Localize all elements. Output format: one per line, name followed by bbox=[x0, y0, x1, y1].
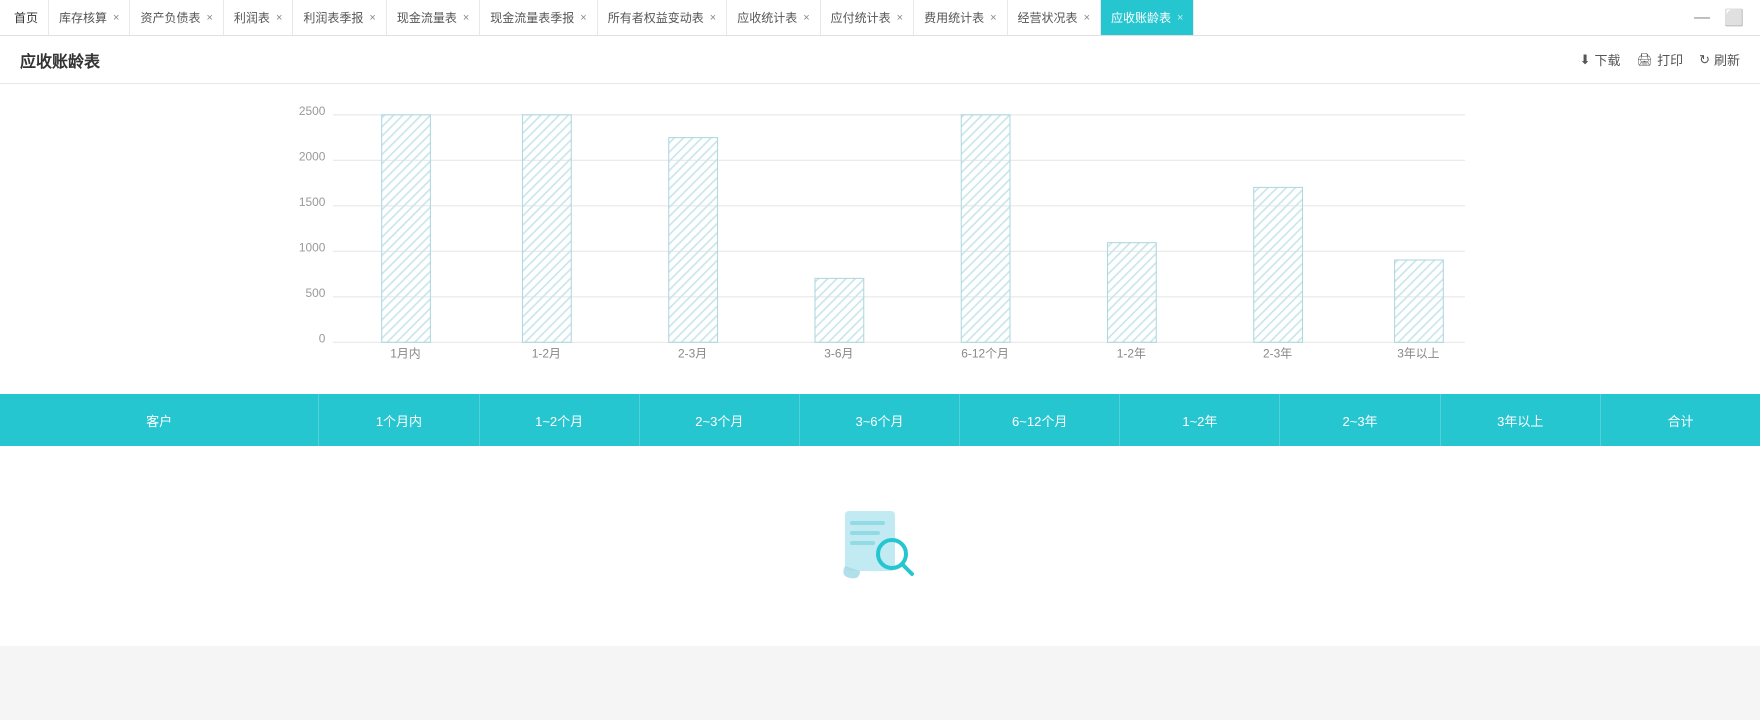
page-title: 应收账龄表 bbox=[20, 48, 100, 72]
svg-text:2000: 2000 bbox=[299, 149, 326, 163]
bar-6-12-month bbox=[961, 115, 1010, 342]
col-1-2month: 1~2个月 bbox=[480, 394, 640, 446]
refresh-icon: ↻ bbox=[1699, 52, 1710, 68]
col-1month: 1个月内 bbox=[319, 394, 479, 446]
tab-cashflow-quarterly[interactable]: 现金流量表季报 × bbox=[480, 0, 597, 36]
tab-balance-sheet[interactable]: 资产负债表 × bbox=[130, 0, 223, 36]
tab-ap-stats[interactable]: 应付统计表 × bbox=[821, 0, 914, 36]
tab-cashflow[interactable]: 现金流量表 × bbox=[387, 0, 480, 36]
tab-expense-stats[interactable]: 费用统计表 × bbox=[914, 0, 1007, 36]
bar-2-3-year bbox=[1254, 187, 1303, 342]
page-header: 应收账龄表 ⬇ 下载 🖨 打印 ↻ 刷新 bbox=[0, 36, 1760, 84]
print-button[interactable]: 🖨 打印 bbox=[1637, 50, 1684, 69]
svg-text:1-2年: 1-2年 bbox=[1117, 347, 1146, 361]
col-1-2year: 1~2年 bbox=[1120, 394, 1280, 446]
bar-chart: 0 500 1000 1500 2000 2500 bbox=[30, 104, 1730, 364]
close-tab-ar-aging[interactable]: × bbox=[1177, 12, 1183, 24]
close-tab-income-quarterly[interactable]: × bbox=[369, 12, 375, 24]
window-controls: — ⬜ bbox=[1680, 4, 1756, 32]
svg-text:2-3年: 2-3年 bbox=[1263, 347, 1292, 361]
svg-text:2-3月: 2-3月 bbox=[678, 347, 707, 361]
svg-text:1000: 1000 bbox=[299, 240, 326, 254]
bar-2-3-month bbox=[669, 138, 718, 343]
tab-income-quarterly[interactable]: 利润表季报 × bbox=[293, 0, 386, 36]
col-2-3year: 2~3年 bbox=[1280, 394, 1440, 446]
tab-business-status[interactable]: 经营状况表 × bbox=[1008, 0, 1101, 36]
close-tab-cashflow-quarterly[interactable]: × bbox=[580, 12, 586, 24]
close-tab-balance-sheet[interactable]: × bbox=[206, 12, 212, 24]
col-3-6month: 3~6个月 bbox=[800, 394, 960, 446]
svg-text:6-12个月: 6-12个月 bbox=[961, 347, 1009, 361]
close-tab-ap-stats[interactable]: × bbox=[897, 12, 903, 24]
minimize-button[interactable]: — bbox=[1688, 4, 1716, 32]
chart-container: 0 500 1000 1500 2000 2500 bbox=[30, 104, 1730, 364]
tab-equity[interactable]: 所有者权益变动表 × bbox=[598, 0, 727, 36]
svg-text:1500: 1500 bbox=[299, 195, 326, 209]
tab-ar-stats[interactable]: 应收统计表 × bbox=[727, 0, 820, 36]
tab-inventory[interactable]: 库存核算 × bbox=[49, 0, 130, 36]
close-tab-equity[interactable]: × bbox=[710, 12, 716, 24]
close-tab-business-status[interactable]: × bbox=[1084, 12, 1090, 24]
maximize-button[interactable]: ⬜ bbox=[1720, 4, 1748, 32]
close-tab-ar-stats[interactable]: × bbox=[803, 12, 809, 24]
svg-text:500: 500 bbox=[305, 286, 325, 300]
chart-area: 0 500 1000 1500 2000 2500 bbox=[0, 84, 1760, 394]
col-2-3month: 2~3个月 bbox=[640, 394, 800, 446]
header-actions: ⬇ 下载 🖨 打印 ↻ 刷新 bbox=[1580, 50, 1740, 69]
close-tab-expense-stats[interactable]: × bbox=[990, 12, 996, 24]
empty-state bbox=[0, 446, 1760, 646]
svg-text:1月内: 1月内 bbox=[390, 347, 420, 361]
bar-1-month bbox=[382, 115, 431, 342]
empty-state-icon bbox=[830, 506, 930, 586]
svg-text:3-6月: 3-6月 bbox=[824, 347, 853, 361]
print-icon: 🖨 bbox=[1637, 52, 1654, 68]
col-6-12month: 6~12个月 bbox=[960, 394, 1120, 446]
bar-3-6-month bbox=[815, 278, 864, 342]
close-tab-income[interactable]: × bbox=[276, 12, 282, 24]
refresh-button[interactable]: ↻ 刷新 bbox=[1699, 50, 1740, 69]
tab-ar-aging[interactable]: 应收账龄表 × bbox=[1101, 0, 1194, 36]
table-header: 客户 1个月内 1~2个月 2~3个月 3~6个月 6~12个月 1~2年 2~… bbox=[0, 394, 1760, 446]
col-customer: 客户 bbox=[0, 394, 319, 446]
bar-3plus-year bbox=[1395, 260, 1444, 342]
col-total: 合计 bbox=[1601, 394, 1760, 446]
svg-text:2500: 2500 bbox=[299, 104, 326, 118]
tab-home[interactable]: 首页 bbox=[4, 0, 49, 36]
col-3plus-year: 3年以上 bbox=[1441, 394, 1601, 446]
bar-1-2-month bbox=[523, 115, 572, 342]
svg-text:3年以上: 3年以上 bbox=[1397, 347, 1439, 361]
bar-1-2-year bbox=[1108, 243, 1157, 343]
main-content: 0 500 1000 1500 2000 2500 bbox=[0, 84, 1760, 646]
download-icon: ⬇ bbox=[1580, 52, 1591, 68]
download-button[interactable]: ⬇ 下载 bbox=[1580, 50, 1621, 69]
tab-bar: 首页 库存核算 × 资产负债表 × 利润表 × 利润表季报 × 现金流量表 × … bbox=[0, 0, 1760, 36]
tab-income[interactable]: 利润表 × bbox=[224, 0, 293, 36]
close-tab-inventory[interactable]: × bbox=[113, 12, 119, 24]
svg-text:1-2月: 1-2月 bbox=[532, 347, 561, 361]
svg-text:0: 0 bbox=[319, 331, 326, 345]
close-tab-cashflow[interactable]: × bbox=[463, 12, 469, 24]
